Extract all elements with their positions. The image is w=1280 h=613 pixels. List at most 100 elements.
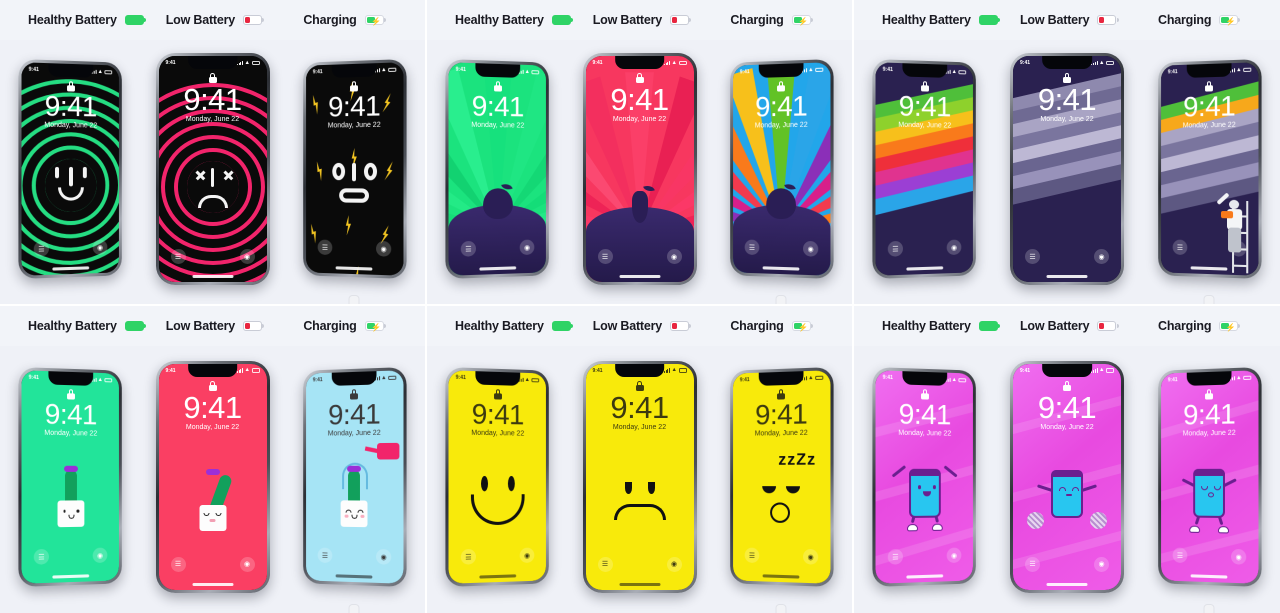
camera-icon[interactable]: ◉	[376, 548, 392, 565]
battery-fill[interactable]	[980, 323, 996, 329]
battery-fill[interactable]	[126, 17, 142, 23]
flashlight-icon[interactable]: ☰	[317, 547, 333, 563]
home-indicator[interactable]	[618, 582, 661, 586]
iphone-screen[interactable]: 9:41▲9:41Monday, June 22☰◉	[306, 62, 404, 276]
flashlight-icon[interactable]: ☰	[1172, 239, 1188, 256]
home-indicator[interactable]	[1046, 275, 1088, 278]
battery-fill[interactable]	[672, 323, 677, 329]
iphone-device-healthy[interactable]: 9:41 ▲ 9:41 Monday, June 22 ☰ ◉	[872, 59, 976, 279]
iphone-screen[interactable]: 9:41▲9:41Monday, June 22☰◉	[448, 369, 546, 584]
flashlight-icon[interactable]: ☰	[1025, 249, 1040, 264]
iphone-device-charging[interactable]: 9:41▲9:41Monday, June 22☰◉	[1158, 366, 1262, 587]
iphone-device-healthy[interactable]: 9:41 ▲ 9:41 Monday, June 22 ☰ ◉	[872, 366, 976, 587]
home-indicator[interactable]	[1190, 574, 1228, 579]
iphone-device-healthy[interactable]: 9:41 ▲ 9:41 Monday, June 22 ☰ ◉	[18, 366, 122, 587]
home-indicator[interactable]	[762, 574, 800, 579]
iphone-device-charging[interactable]: zzZz 9:41 ▲ 9:41 Monday, June 22 ☰ ◉	[730, 366, 834, 587]
flashlight-icon[interactable]: ☰	[887, 548, 903, 565]
iphone-screen[interactable]: 9:41▲9:41Monday, June 22☰◉	[1161, 369, 1259, 584]
flashlight-icon[interactable]: ☰	[460, 240, 476, 257]
iphone-device-charging[interactable]: 9:41▲9:41Monday, June 22☰◉	[303, 366, 407, 587]
iphone-screen[interactable]: 9:41▲9:41Monday, June 22☰◉	[585, 363, 694, 590]
battery-fill[interactable]	[1099, 17, 1104, 23]
flashlight-icon[interactable]: ☰	[597, 249, 613, 264]
iphone-device-low[interactable]: 9:41 ▲ 9:41 Monday, June 22 ☰ ◉	[582, 360, 697, 593]
iphone-screen[interactable]: 9:41▲9:41Monday, June 22☰◉	[733, 62, 831, 276]
iphone-screen[interactable]: 9:41▲9:41Monday, June 22☰◉	[875, 369, 973, 584]
home-indicator[interactable]	[1046, 582, 1088, 586]
camera-icon[interactable]: ◉	[239, 249, 255, 264]
flashlight-icon[interactable]: ☰	[170, 249, 186, 264]
home-indicator[interactable]	[906, 574, 944, 579]
camera-icon[interactable]: ◉	[1094, 249, 1109, 264]
battery-fill[interactable]	[126, 323, 142, 329]
flashlight-icon[interactable]: ☰	[1025, 556, 1040, 572]
flashlight-icon[interactable]: ☰	[33, 240, 49, 257]
iphone-device-charging[interactable]: 9:41▲9:41Monday, June 22☰◉	[730, 59, 834, 279]
iphone-screen[interactable]: 9:41▲9:41Monday, June 22☰◉	[585, 56, 694, 282]
camera-icon[interactable]: ◉	[1231, 548, 1247, 565]
camera-icon[interactable]: ◉	[666, 556, 682, 572]
flashlight-icon[interactable]: ☰	[317, 239, 333, 256]
phone-slot-charging: 9:41▲9:41Monday, June 22☰◉	[1138, 340, 1280, 613]
camera-icon[interactable]: ◉	[92, 547, 108, 563]
camera-icon[interactable]: ◉	[519, 239, 535, 256]
iphone-screen[interactable]: 9:41▲9:41Monday, June 22☰◉	[158, 363, 267, 590]
home-indicator[interactable]	[335, 574, 373, 579]
flashlight-icon[interactable]: ☰	[744, 547, 760, 563]
iphone-screen[interactable]: 9:41▲9:41Monday, June 22☰◉	[158, 56, 267, 282]
flashlight-icon[interactable]: ☰	[744, 239, 760, 256]
iphone-screen[interactable]: 9:41▲9:41Monday, June 22☰◉	[1161, 62, 1259, 276]
battery-fill[interactable]	[245, 17, 250, 23]
camera-icon[interactable]: ◉	[376, 240, 392, 257]
camera-icon[interactable]: ◉	[803, 548, 819, 565]
camera-icon[interactable]: ◉	[92, 239, 108, 256]
battery-fill[interactable]	[672, 17, 677, 23]
wifi-icon: ▲	[381, 373, 387, 381]
home-indicator[interactable]	[479, 574, 517, 579]
battery-fill[interactable]	[245, 323, 250, 329]
iphone-device-healthy[interactable]: 9:41 ▲ 9:41 Monday, June 22 ☰ ◉	[18, 59, 122, 279]
camera-icon[interactable]: ◉	[946, 239, 962, 256]
battery-fill[interactable]	[553, 323, 569, 329]
iphone-screen[interactable]: 9:41▲9:41Monday, June 22☰◉	[448, 62, 546, 276]
iphone-screen[interactable]: 9:41▲9:41Monday, June 22☰◉	[1013, 56, 1121, 282]
flashlight-icon[interactable]: ☰	[1172, 547, 1188, 563]
iphone-device-low[interactable]: 9:41 ▲ 9:41 Monday, June 22 ☰ ◉	[155, 360, 270, 593]
home-indicator[interactable]	[52, 574, 90, 579]
camera-icon[interactable]: ◉	[519, 547, 535, 563]
camera-icon[interactable]: ◉	[239, 556, 255, 572]
iphone-device-low[interactable]: 9:41 ▲ 9:41 Monday, June 22 ☰ ◉	[155, 53, 270, 285]
iphone-device-low[interactable]: 9:41 ▲ 9:41 Monday, June 22 ☰ ◉	[1010, 360, 1124, 593]
iphone-device-charging[interactable]: 9:41▲9:41Monday, June 22☰◉	[303, 59, 407, 279]
flashlight-icon[interactable]: ☰	[170, 556, 186, 572]
battery-fill[interactable]	[980, 17, 996, 23]
iphone-device-healthy[interactable]: 9:41 ▲ 9:41 Monday, June 22 ☰ ◉	[445, 59, 549, 279]
iphone-device-low[interactable]: 9:41 ▲ 9:41 Monday, June 22 ☰ ◉	[582, 53, 697, 285]
home-indicator[interactable]	[191, 582, 234, 586]
battery-icon	[251, 368, 260, 373]
home-indicator[interactable]	[618, 275, 661, 278]
iphone-screen[interactable]: 9:41▲9:41Monday, June 22☰◉	[1013, 363, 1121, 590]
iphone-screen[interactable]: 9:41▲9:41Monday, June 22☰◉	[875, 62, 973, 276]
camera-icon[interactable]: ◉	[946, 547, 962, 563]
cactus-pot	[340, 500, 368, 528]
home-indicator[interactable]	[191, 275, 234, 278]
battery-fill[interactable]	[553, 17, 569, 23]
flashlight-icon[interactable]: ☰	[887, 240, 903, 257]
iphone-screen[interactable]: 9:41▲9:41Monday, June 22☰◉	[21, 369, 119, 584]
battery-fill[interactable]	[1099, 323, 1104, 329]
iphone-device-low[interactable]: 9:41 ▲ 9:41 Monday, June 22 ☰ ◉	[1010, 53, 1124, 285]
flashlight-icon[interactable]: ☰	[33, 548, 49, 565]
flashlight-icon[interactable]: ☰	[460, 548, 476, 565]
camera-icon[interactable]: ◉	[1094, 556, 1109, 572]
phone-slot-low: 9:41 ▲ 9:41 Monday, June 22 ☰ ◉	[996, 340, 1138, 613]
iphone-screen[interactable]: 9:41▲9:41Monday, June 22☰◉	[21, 62, 119, 276]
camera-icon[interactable]: ◉	[666, 249, 682, 264]
iphone-screen[interactable]: 9:41▲9:41Monday, June 22☰◉	[306, 369, 404, 584]
iphone-device-charging[interactable]: 9:41▲9:41Monday, June 22☰◉	[1158, 59, 1262, 279]
iphone-device-healthy[interactable]: 9:41 ▲ 9:41 Monday, June 22 ☰ ◉	[445, 366, 549, 587]
flashlight-icon[interactable]: ☰	[597, 556, 613, 572]
iphone-screen[interactable]: zzZz 9:41 ▲ 9:41 Monday, June 22 ☰ ◉	[733, 369, 831, 584]
camera-icon[interactable]: ◉	[803, 240, 819, 257]
